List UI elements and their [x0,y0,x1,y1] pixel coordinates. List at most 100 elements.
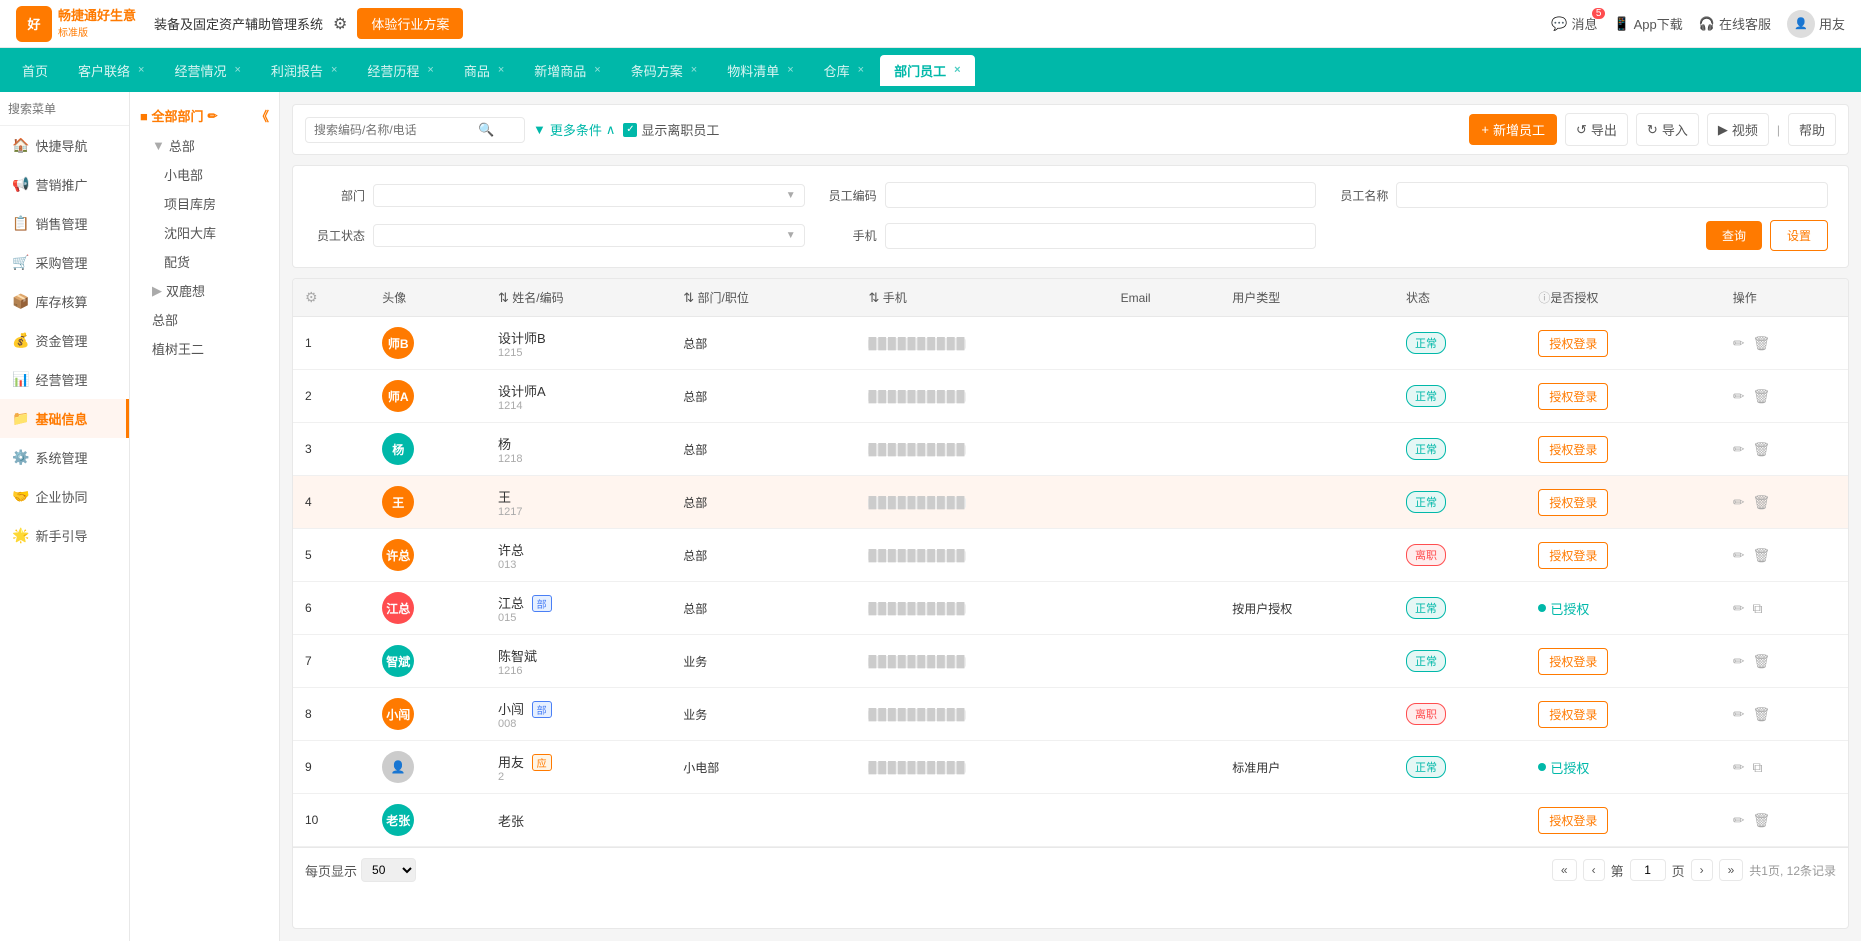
user-menu[interactable]: 👤 用友 [1787,10,1845,38]
add-employee-button[interactable]: + 新增员工 [1469,114,1557,145]
tab-profit[interactable]: 利润报告 × [257,55,351,86]
authorize-button[interactable]: 授权登录 [1538,489,1608,516]
sidebar-item-market[interactable]: 📢 营销推广 [0,165,129,204]
more-filter-button[interactable]: ▼ 更多条件 ∧ [533,120,615,139]
dept-select[interactable]: ▼ [373,184,805,207]
edit-icon[interactable]: ✏ [1733,759,1745,776]
close-icon[interactable]: × [427,64,433,76]
dept-node-zhishu[interactable]: 植树王二 [142,334,279,363]
dept-node-peihuo[interactable]: 配货 [154,247,279,276]
tab-barcode[interactable]: 条码方案 × [617,55,711,86]
delete-icon[interactable]: 🗑 [1752,335,1770,352]
sidebar-item-business[interactable]: 📊 经营管理 [0,360,129,399]
checkbox-show-leave[interactable]: ✓ [623,123,637,137]
experience-button[interactable]: 体验行业方案 [357,8,463,39]
tab-history[interactable]: 经营历程 × [353,55,447,86]
delete-icon[interactable]: 🗑 [1752,441,1770,458]
tab-warehouse[interactable]: 仓库 × [810,55,878,86]
page-number-input[interactable] [1630,859,1666,881]
close-icon[interactable]: × [138,64,144,76]
service-button[interactable]: 🎧 在线客服 [1699,14,1771,33]
close-icon[interactable]: × [331,64,337,76]
edit-icon[interactable]: ✏ [1733,706,1745,723]
dept-node-xiangmu[interactable]: 项目库房 [154,189,279,218]
delete-icon[interactable]: 🗑 [1752,706,1770,723]
search-input[interactable] [8,102,130,116]
video-button[interactable]: ▶ 视频 [1707,113,1769,146]
th-setting[interactable]: ⚙ [293,279,370,317]
close-icon[interactable]: × [498,64,504,76]
authorize-button[interactable]: 授权登录 [1538,542,1608,569]
authorize-button[interactable]: 授权登录 [1538,648,1608,675]
copy-icon[interactable]: ⧉ [1752,759,1762,776]
tab-home[interactable]: 首页 [8,55,62,86]
sidebar-search[interactable]: 🔍 [0,92,129,126]
tab-dept-staff[interactable]: 部门员工 × [880,55,974,86]
last-page-button[interactable]: » [1719,859,1744,881]
first-page-button[interactable]: « [1552,859,1577,881]
delete-icon[interactable]: 🗑 [1752,547,1770,564]
edit-icon[interactable]: ✏ [1733,335,1745,352]
settings-icon[interactable]: ⚙ [305,289,318,305]
tab-new-goods[interactable]: 新增商品 × [520,55,614,86]
sidebar-item-system[interactable]: ⚙️ 系统管理 [0,438,129,477]
th-phone[interactable]: ⇅ 手机 [856,279,1108,317]
search-input-main[interactable] [314,123,474,137]
page-size-select[interactable]: 每页显示 50 100 200 [305,858,416,882]
sidebar-item-nav[interactable]: 🏠 快捷导航 [0,126,129,165]
authorize-button[interactable]: 授权登录 [1538,330,1608,357]
phone-input[interactable] [885,223,1317,249]
close-icon[interactable]: × [691,64,697,76]
dept-collapse-icon[interactable]: 《 [256,106,269,125]
edit-icon[interactable]: ✏ [1733,494,1745,511]
authorize-button[interactable]: 授权登录 [1538,807,1608,834]
th-dept[interactable]: ⇅ 部门/职位 [671,279,856,317]
close-icon[interactable]: × [954,64,960,76]
authorize-button[interactable]: 授权登录 [1538,701,1608,728]
dept-edit-icon[interactable]: ✏ [207,109,217,123]
edit-icon[interactable]: ✏ [1733,388,1745,405]
status-select[interactable]: ▼ [373,224,805,247]
emp-code-input[interactable] [885,182,1317,208]
edit-icon[interactable]: ✏ [1733,600,1745,617]
sidebar-item-base[interactable]: 📁 基础信息 [0,399,129,438]
app-download-button[interactable]: 📱 App下载 [1613,14,1682,33]
edit-icon[interactable]: ✏ [1733,653,1745,670]
set-button[interactable]: 设置 [1770,220,1828,251]
sidebar-item-finance[interactable]: 💰 资金管理 [0,321,129,360]
gear-icon[interactable]: ⚙ [333,14,347,34]
export-button[interactable]: ↺ 导出 [1565,113,1628,146]
tab-operation[interactable]: 经营情况 × [160,55,254,86]
delete-icon[interactable]: 🗑 [1752,494,1770,511]
info-icon[interactable]: ⓘ [1538,291,1550,305]
search-input-wrap[interactable]: 🔍 [305,117,525,143]
delete-icon[interactable]: 🗑 [1752,653,1770,670]
dept-node-shenyang[interactable]: 沈阳大库 [154,218,279,247]
sidebar-item-stock[interactable]: 📦 库存核算 [0,282,129,321]
edit-icon[interactable]: ✏ [1733,441,1745,458]
close-icon[interactable]: × [787,64,793,76]
sidebar-item-collab[interactable]: 🤝 企业协同 [0,477,129,516]
dept-node-xiaodian[interactable]: 小电部 [154,160,279,189]
prev-page-button[interactable]: ‹ [1583,859,1605,881]
close-icon[interactable]: × [594,64,600,76]
show-leave-toggle[interactable]: ✓ 显示离职员工 [623,120,719,139]
page-size-dropdown[interactable]: 50 100 200 [361,858,416,882]
close-icon[interactable]: × [858,64,864,76]
dept-node-zongbu2[interactable]: 总部 [142,305,279,334]
query-button[interactable]: 查询 [1706,221,1762,250]
dept-node-shuanglu[interactable]: ▶ 双鹿想 [142,276,279,305]
delete-icon[interactable]: 🗑 [1752,388,1770,405]
edit-icon[interactable]: ✏ [1733,812,1745,829]
tab-customer[interactable]: 客户联络 × [64,55,158,86]
authorize-button[interactable]: 授权登录 [1538,436,1608,463]
edit-icon[interactable]: ✏ [1733,547,1745,564]
emp-name-input[interactable] [1396,182,1828,208]
dept-node-zongbu-arrow[interactable]: ▼ 总部 [142,131,279,160]
tab-goods[interactable]: 商品 × [450,55,518,86]
tab-bom[interactable]: 物料清单 × [713,55,807,86]
close-icon[interactable]: × [234,64,240,76]
th-name[interactable]: ⇅ 姓名/编码 [486,279,671,317]
copy-icon[interactable]: ⧉ [1752,600,1762,617]
import-button[interactable]: ↻ 导入 [1636,113,1699,146]
